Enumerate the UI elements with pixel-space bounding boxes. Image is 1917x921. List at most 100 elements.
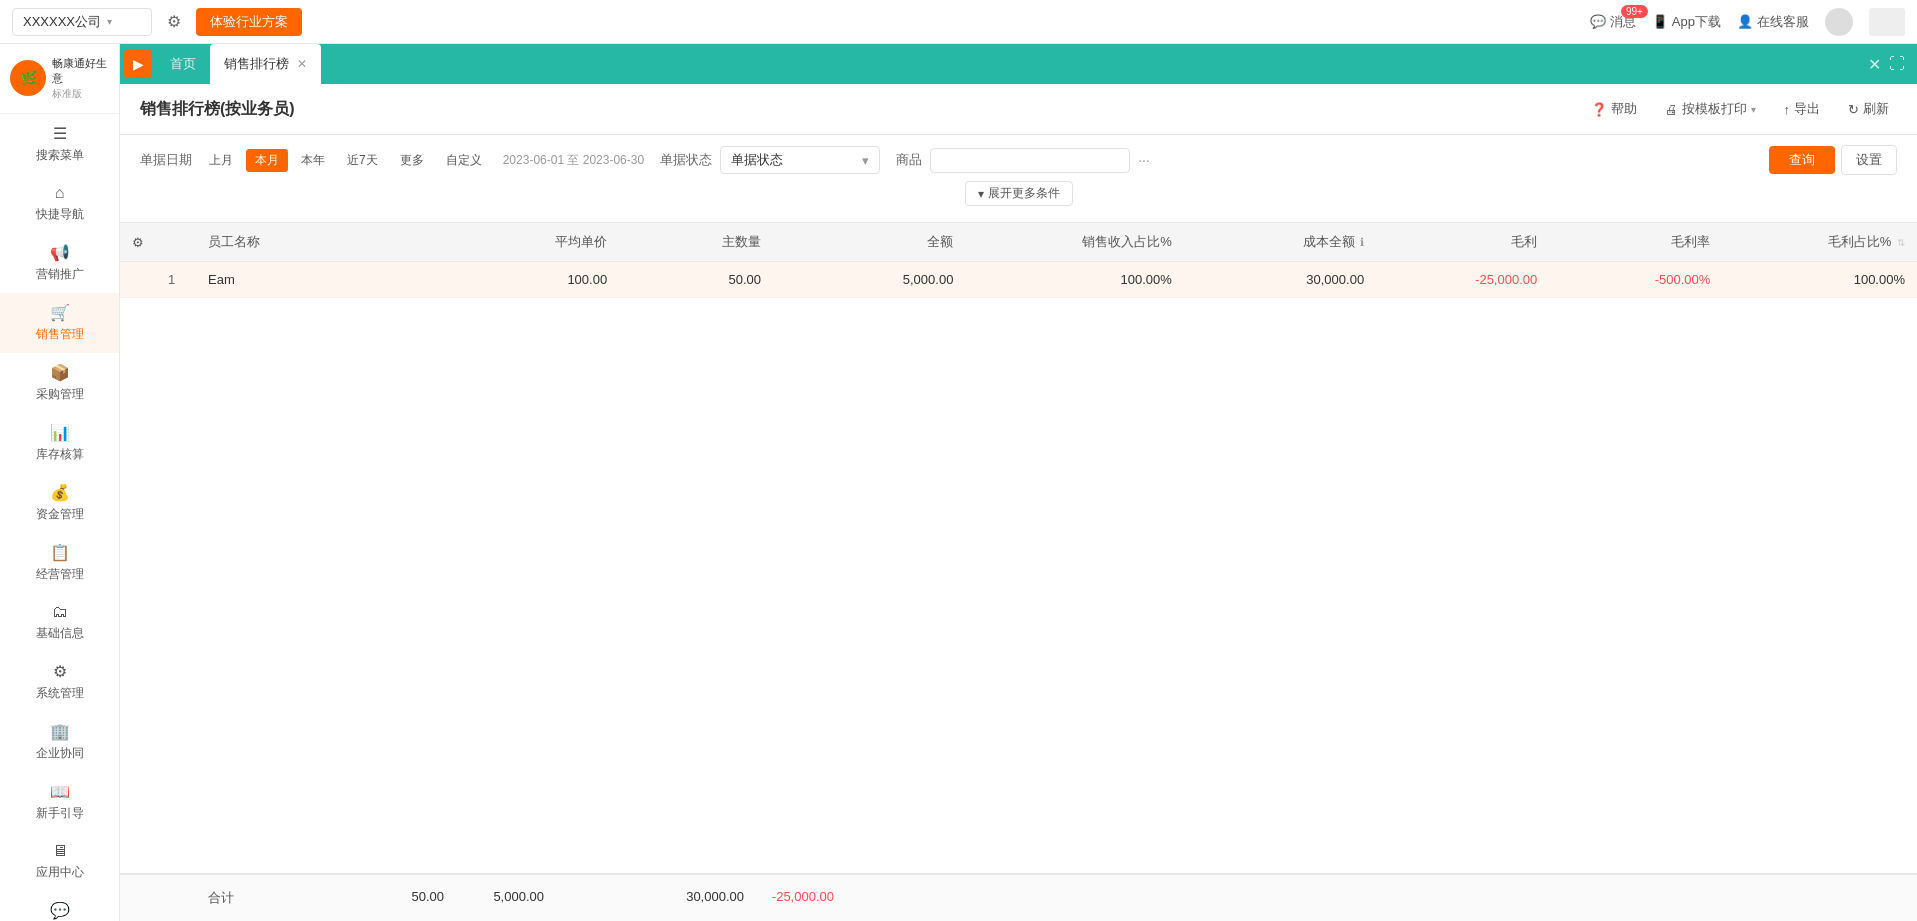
page-header: 销售排行榜(按业务员) ❓ 帮助 🖨 按模板打印 ▾ ↑ 导出 — [120, 84, 1917, 135]
row-gross-pct: 100.00% — [1722, 262, 1917, 298]
date-btn-last-month[interactable]: 上月 — [200, 149, 242, 172]
top-right-actions: 💬 消息 99+ 📱 App下载 👤 在线客服 — [1590, 8, 1905, 36]
refresh-button[interactable]: ↻ 刷新 — [1840, 96, 1897, 122]
guide-icon: 📖 — [50, 782, 70, 801]
settings-icon[interactable]: ⚙ — [160, 8, 188, 36]
sidebar-item-inventory[interactable]: 📊 库存核算 — [0, 413, 119, 473]
maximize-icon[interactable]: ⛶ — [1889, 55, 1905, 73]
message-button[interactable]: 💬 消息 99+ — [1590, 13, 1636, 31]
row-gross: -25,000.00 — [1376, 262, 1549, 298]
sales-icon: 🛒 — [50, 303, 70, 322]
cost-info-icon[interactable]: ℹ — [1360, 236, 1364, 248]
col-header-avg-price: 平均单价 — [427, 223, 619, 262]
date-btn-this-month[interactable]: 本月 — [246, 149, 288, 172]
service-label: 在线客服 — [1757, 13, 1809, 31]
tab-home-label: 首页 — [170, 55, 196, 73]
date-btn-7days[interactable]: 近7天 — [338, 149, 387, 172]
goods-input[interactable] — [930, 148, 1130, 173]
sidebar-item-finance[interactable]: 💰 资金管理 — [0, 473, 119, 533]
query-button[interactable]: 查询 — [1769, 146, 1835, 174]
print-label: 按模板打印 — [1682, 100, 1747, 118]
help-button[interactable]: ❓ 帮助 — [1583, 96, 1645, 122]
online-service-button[interactable]: 👤 在线客服 — [1737, 13, 1809, 31]
col-header-gross: 毛利 — [1376, 223, 1549, 262]
tab-sales-ranking[interactable]: 销售排行榜 ✕ — [210, 44, 321, 84]
status-select[interactable]: 单据状态 ▾ — [720, 146, 880, 174]
table-row: 1 Eam 100.00 50.00 — [120, 262, 1917, 298]
sidebar-item-search[interactable]: ☰ 搜索菜单 — [0, 114, 119, 174]
more-options-icon[interactable]: ··· — [1138, 152, 1150, 168]
goods-filter-label: 商品 — [896, 151, 922, 169]
footer-empty-rank — [120, 883, 196, 913]
date-btn-more[interactable]: 更多 — [391, 149, 433, 172]
apps-icon: 🖥 — [52, 842, 68, 860]
col-header-cost: 成本全额 ℹ — [1184, 223, 1376, 262]
page-title: 销售排行榜(按业务员) — [140, 99, 295, 120]
finance-icon: 💰 — [50, 483, 70, 502]
sidebar-item-enterprise[interactable]: 🏢 企业协同 — [0, 712, 119, 772]
export-button[interactable]: ↑ 导出 — [1776, 96, 1829, 122]
table-header-row: ⚙ 员工名称 平均单价 主数量 — [120, 223, 1917, 262]
sidebar-item-apps[interactable]: 🖥 应用中心 — [0, 832, 119, 891]
tab-bar: ▶ 首页 销售排行榜 ✕ ✕ ⛶ — [120, 44, 1917, 84]
sidebar-item-sales[interactable]: 🛒 销售管理 — [0, 293, 119, 353]
col-header-name: 员工名称 — [196, 223, 427, 262]
sidebar-item-marketing[interactable]: 📢 营销推广 — [0, 233, 119, 293]
footer-gross: -25,000.00 — [756, 883, 846, 913]
expand-more-button[interactable]: ▾ 展开更多条件 — [965, 181, 1073, 206]
sidebar-item-guide[interactable]: 📖 新手引导 — [0, 772, 119, 832]
avatar[interactable] — [1825, 8, 1853, 36]
goods-filter-group: 商品 ··· — [896, 148, 1150, 173]
company-selector[interactable]: XXXXXX公司 ▾ — [12, 8, 152, 36]
print-button[interactable]: 🖨 按模板打印 ▾ — [1657, 96, 1764, 122]
row-cost: 30,000.00 — [1184, 262, 1376, 298]
sidebar-item-operations[interactable]: 📋 经营管理 — [0, 533, 119, 593]
tab-nav-icon[interactable]: ▶ — [124, 50, 152, 78]
app-download-button[interactable]: 📱 App下载 — [1652, 13, 1721, 31]
sidebar-item-label: 搜索菜单 — [36, 147, 84, 164]
content-area: ▶ 首页 销售排行榜 ✕ ✕ ⛶ 销售排行榜(按业务员) ❓ — [120, 44, 1917, 921]
row-rank: 1 — [156, 262, 196, 298]
filter-row: 单据日期 上月 本月 本年 近7天 更多 自定义 2023-06-01 至 20… — [140, 145, 1897, 175]
sidebar-item-wechat[interactable]: 💬 企业微信 — [0, 891, 119, 921]
column-settings-icon[interactable]: ⚙ — [132, 235, 144, 250]
settings-button[interactable]: 设置 — [1841, 145, 1897, 175]
tab-sales-ranking-label: 销售排行榜 — [224, 55, 289, 73]
date-btn-custom[interactable]: 自定义 — [437, 149, 491, 172]
marketing-icon: 📢 — [50, 243, 70, 262]
date-btn-this-year[interactable]: 本年 — [292, 149, 334, 172]
sort-icon[interactable]: ⇅ — [1897, 237, 1905, 248]
sidebar-item-purchase[interactable]: 📦 采购管理 — [0, 353, 119, 413]
col-header-settings[interactable]: ⚙ — [120, 223, 156, 262]
sidebar-item-label: 应用中心 — [36, 864, 84, 881]
operations-icon: 📋 — [50, 543, 70, 562]
col-header-rank — [156, 223, 196, 262]
date-range-text: 2023-06-01 至 2023-06-30 — [503, 152, 644, 169]
tab-home[interactable]: 首页 — [156, 44, 210, 84]
close-window-icon[interactable]: ✕ — [1868, 55, 1881, 74]
question-icon: ❓ — [1591, 102, 1607, 117]
sidebar-item-basic[interactable]: 🗂 基础信息 — [0, 593, 119, 652]
expand-row: ▾ 展开更多条件 — [140, 175, 1897, 212]
col-header-amount: 全额 — [773, 223, 965, 262]
sidebar-item-system[interactable]: ⚙ 系统管理 — [0, 652, 119, 712]
user-menu[interactable] — [1869, 8, 1905, 36]
message-icon: 💬 — [1590, 14, 1606, 29]
trial-button[interactable]: 体验行业方案 — [196, 8, 302, 36]
logo-icon: 🌿 — [10, 60, 46, 96]
top-bar: XXXXXX公司 ▾ ⚙ 体验行业方案 💬 消息 99+ 📱 App下载 👤 在… — [0, 0, 1917, 44]
sidebar-item-shortcut[interactable]: ⌂ 快捷导航 — [0, 174, 119, 233]
row-settings — [120, 262, 156, 298]
footer-row: 合计 50.00 5,000.00 30,000.00 -25,000.00 — [120, 883, 1917, 913]
status-filter-group: 单据状态 单据状态 ▾ — [660, 146, 880, 174]
footer-qty: 50.00 — [376, 883, 456, 913]
refresh-icon: ↻ — [1848, 102, 1859, 117]
logo-text: 畅康通好生意 — [52, 56, 109, 87]
row-name: Eam — [196, 262, 427, 298]
footer-amount: 5,000.00 — [456, 883, 556, 913]
logo-sub: 标准版 — [52, 87, 109, 101]
col-header-sales-pct: 销售收入占比% — [965, 223, 1183, 262]
tab-close-icon[interactable]: ✕ — [297, 57, 307, 71]
export-icon: ↑ — [1784, 102, 1791, 117]
basic-icon: 🗂 — [52, 603, 68, 621]
